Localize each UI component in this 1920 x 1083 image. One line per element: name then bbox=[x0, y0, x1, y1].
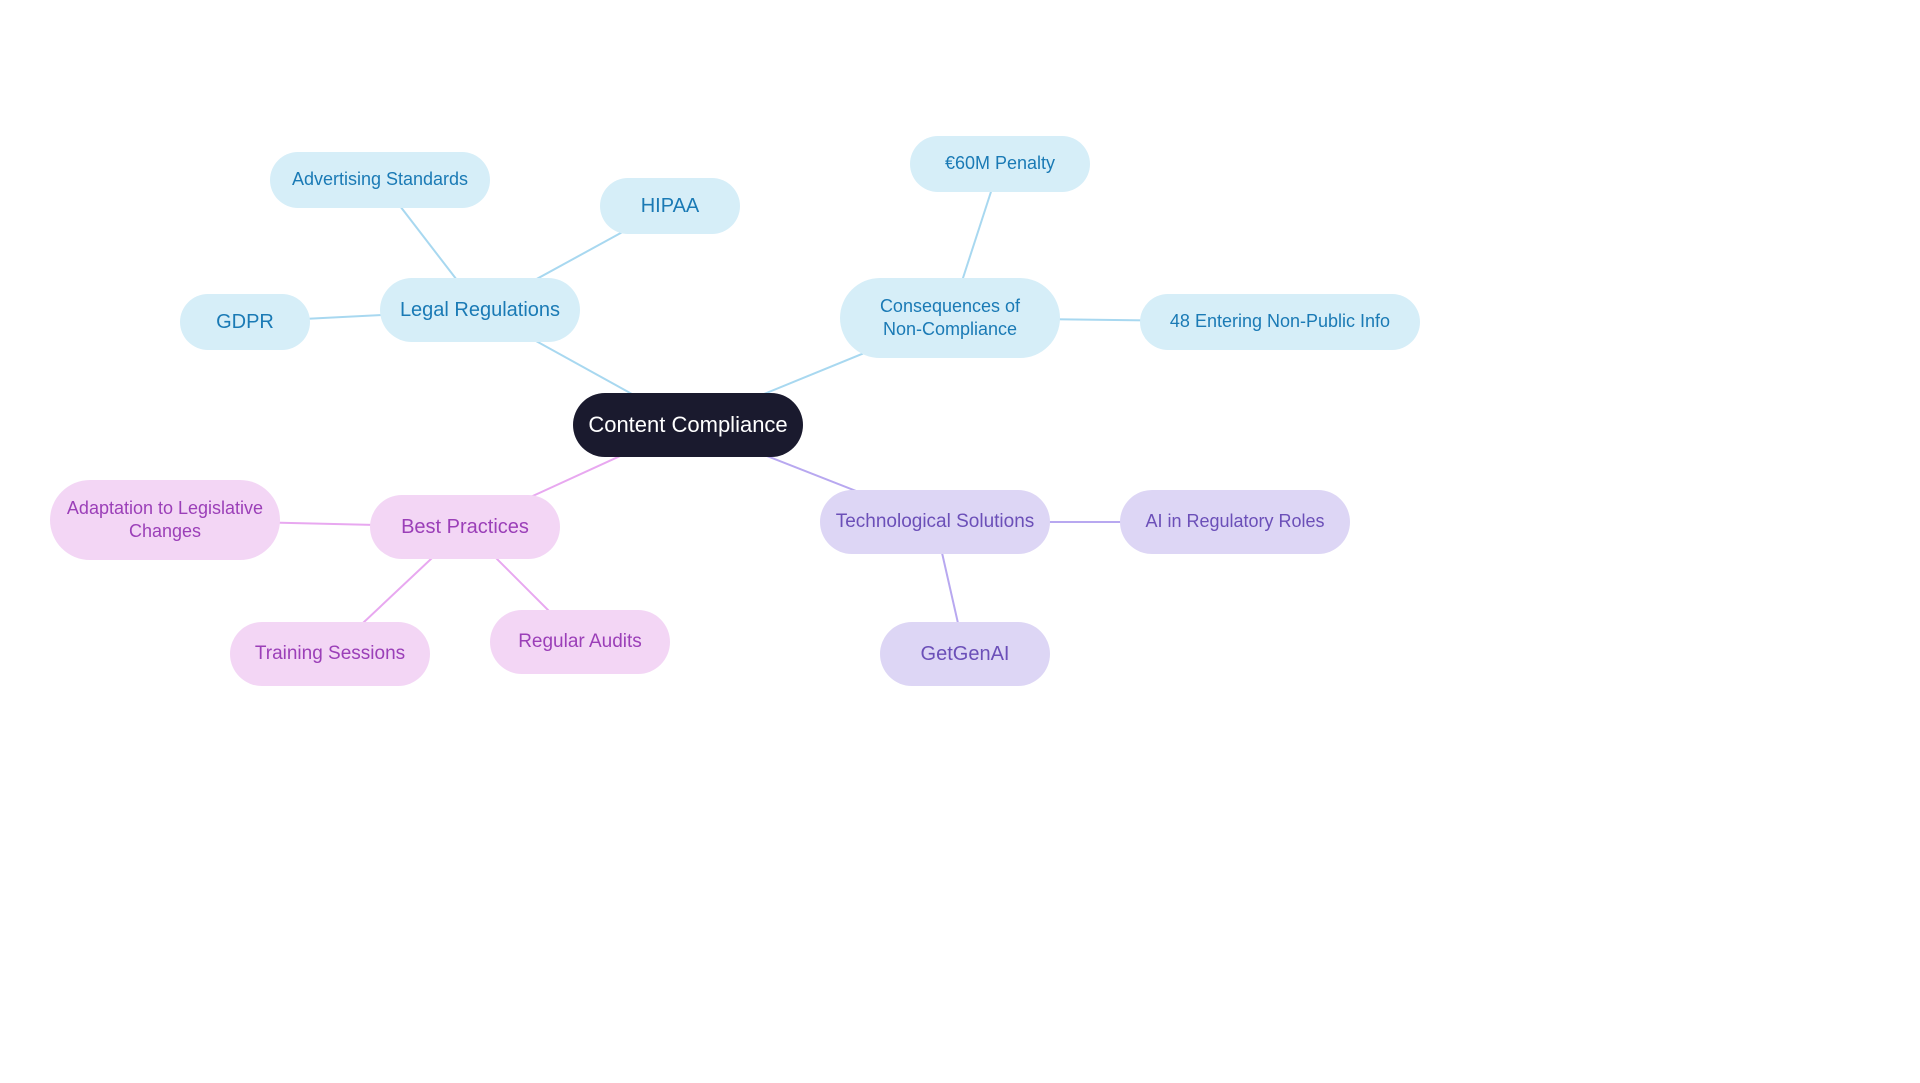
tech-solutions-node[interactable]: Technological Solutions bbox=[820, 490, 1050, 554]
consequences-node[interactable]: Consequences of Non-Compliance bbox=[840, 278, 1060, 358]
legal-regulations-node[interactable]: Legal Regulations bbox=[380, 278, 580, 342]
best-practices-node[interactable]: Best Practices bbox=[370, 495, 560, 559]
gdpr-node[interactable]: GDPR bbox=[180, 294, 310, 350]
training-sessions-node[interactable]: Training Sessions bbox=[230, 622, 430, 686]
advertising-standards-label: Advertising Standards bbox=[280, 160, 480, 199]
penalty-label: €60M Penalty bbox=[933, 144, 1067, 183]
nonpublic-node[interactable]: 48 Entering Non-Public Info bbox=[1140, 294, 1420, 350]
ai-regulatory-node[interactable]: AI in Regulatory Roles bbox=[1120, 490, 1350, 554]
hipaa-node[interactable]: HIPAA bbox=[600, 178, 740, 234]
regular-audits-label: Regular Audits bbox=[506, 622, 654, 663]
gdpr-label: GDPR bbox=[204, 301, 286, 343]
regular-audits-node[interactable]: Regular Audits bbox=[490, 610, 670, 674]
center-node[interactable]: Content Compliance bbox=[573, 393, 803, 457]
nonpublic-label: 48 Entering Non-Public Info bbox=[1158, 302, 1402, 341]
adaptation-node[interactable]: Adaptation to Legislative Changes bbox=[50, 480, 280, 560]
center-label: Content Compliance bbox=[576, 403, 799, 448]
consequences-label: Consequences of Non-Compliance bbox=[868, 287, 1032, 350]
penalty-node[interactable]: €60M Penalty bbox=[910, 136, 1090, 192]
legal-regulations-label: Legal Regulations bbox=[388, 289, 572, 331]
adaptation-label: Adaptation to Legislative Changes bbox=[55, 489, 275, 552]
getgenai-label: GetGenAI bbox=[909, 633, 1022, 675]
ai-regulatory-label: AI in Regulatory Roles bbox=[1133, 502, 1336, 541]
getgenai-node[interactable]: GetGenAI bbox=[880, 622, 1050, 686]
hipaa-label: HIPAA bbox=[629, 185, 712, 227]
tech-solutions-label: Technological Solutions bbox=[824, 502, 1047, 543]
best-practices-label: Best Practices bbox=[389, 506, 541, 548]
advertising-standards-node[interactable]: Advertising Standards bbox=[270, 152, 490, 208]
training-sessions-label: Training Sessions bbox=[243, 634, 417, 675]
